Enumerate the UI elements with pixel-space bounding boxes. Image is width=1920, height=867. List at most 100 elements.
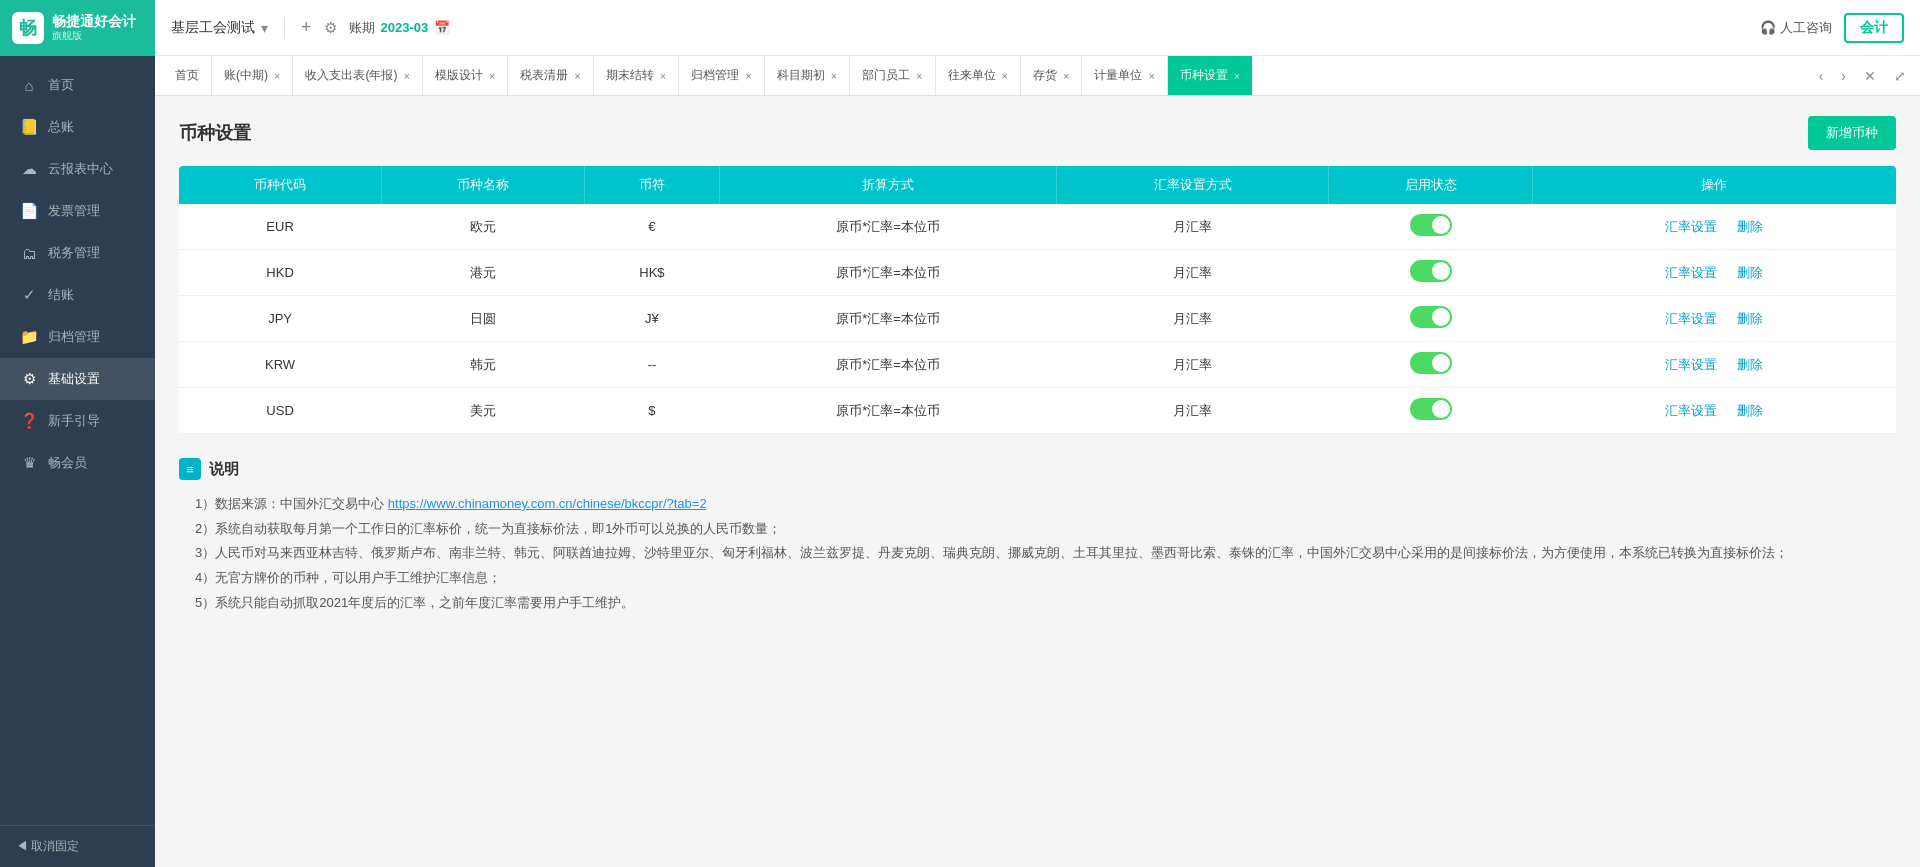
tab-计量单位[interactable]: 计量单位× (1082, 56, 1167, 96)
nav-icon-5: ✓ (20, 286, 38, 304)
sidebar-item-结账[interactable]: ✓结账 (0, 274, 155, 316)
notice-item-4: 5）系统只能自动抓取2021年度后的汇率，之前年度汇率需要用户手工维护。 (195, 591, 1896, 616)
tab-模版设计[interactable]: 模版设计× (423, 56, 508, 96)
delete-link-1[interactable]: 删除 (1737, 265, 1763, 280)
tab-label-8: 部门员工 (862, 67, 910, 84)
sidebar-item-首页[interactable]: ⌂首页 (0, 64, 155, 106)
tab-往来单位[interactable]: 往来单位 × (936, 56, 1021, 96)
notice-section: ≡ 说明 1）数据来源：中国外汇交易中心 https://www.chinamo… (179, 458, 1896, 615)
tab-label-9: 往来单位 (948, 67, 996, 84)
delete-link-3[interactable]: 删除 (1737, 357, 1763, 372)
new-currency-button[interactable]: 新增币种 (1808, 116, 1896, 150)
table-body: EUR 欧元 € 原币*汇率=本位币 月汇率 汇率设置 删除 HKD 港元 HK… (179, 204, 1896, 434)
table-row: KRW 韩元 -- 原币*汇率=本位币 月汇率 汇率设置 删除 (179, 342, 1896, 388)
tab-close-9[interactable]: × (1002, 70, 1008, 82)
col-code: 币种代码 (179, 166, 381, 204)
col-name: 币种名称 (381, 166, 584, 204)
table-row: USD 美元 $ 原币*汇率=本位币 月汇率 汇率设置 删除 (179, 388, 1896, 434)
calendar-icon[interactable]: 📅 (434, 20, 450, 35)
cell-actions-2: 汇率设置 删除 (1532, 296, 1896, 342)
toggle-enabled-4[interactable] (1410, 398, 1452, 420)
cell-actions-0: 汇率设置 删除 (1532, 204, 1896, 250)
cell-code-0: EUR (179, 204, 381, 250)
notice-item-0: 1）数据来源：中国外汇交易中心 https://www.chinamoney.c… (195, 492, 1896, 517)
notice-link[interactable]: https://www.chinamoney.com.cn/chinese/bk… (388, 496, 707, 511)
tab-close-2[interactable]: × (403, 70, 409, 82)
tabbar: 首页账(中期)×收入支出表(年报)×模版设计×税表清册×期末结转×归档管理×科目… (155, 56, 1920, 96)
sidebar-item-畅会员[interactable]: ♛畅会员 (0, 442, 155, 484)
cell-symbol-3: -- (585, 342, 720, 388)
nav-label-2: 云报表中心 (48, 160, 113, 178)
delete-link-0[interactable]: 删除 (1737, 219, 1763, 234)
rate-setting-link-4[interactable]: 汇率设置 (1665, 403, 1717, 418)
nav-icon-2: ☁ (20, 160, 38, 178)
cell-code-4: USD (179, 388, 381, 434)
tab-收入支出表(年报)[interactable]: 收入支出表(年报)× (293, 56, 422, 96)
tab-close-all-icon[interactable]: ✕ (1858, 66, 1882, 86)
nav-icon-6: 📁 (20, 328, 38, 346)
sidebar-nav: ⌂首页📒总账 ☁ 云报表中心 📄发票管理🗂税务管理✓结账📁归档管理 ⚙ 基础设置 ❓新手引导… (0, 56, 155, 825)
tab-next-icon[interactable]: › (1835, 66, 1852, 86)
toggle-knob-0 (1432, 216, 1450, 234)
company-selector[interactable]: 基层工会测试 ▾ (171, 19, 268, 37)
sidebar-item-发票管理[interactable]: 📄发票管理 (0, 190, 155, 232)
consulting-label: 人工咨询 (1780, 19, 1832, 37)
tab-label-4: 税表清册 (520, 67, 568, 84)
tab-期末结转[interactable]: 期末结转× (594, 56, 679, 96)
tab-账(中期)[interactable]: 账(中期)× (212, 56, 293, 96)
delete-link-2[interactable]: 删除 (1737, 311, 1763, 326)
tab-归档管理[interactable]: 归档管理× (679, 56, 764, 96)
cell-code-1: HKD (179, 250, 381, 296)
cell-calc-2: 原币*汇率=本位币 (719, 296, 1056, 342)
tab-close-12[interactable]: × (1234, 70, 1240, 82)
tab-close-8[interactable]: × (916, 70, 922, 82)
tab-首页[interactable]: 首页 (163, 56, 212, 96)
rate-setting-link-1[interactable]: 汇率设置 (1665, 265, 1717, 280)
tab-close-1[interactable]: × (274, 70, 280, 82)
tab-close-11[interactable]: × (1148, 70, 1154, 82)
toggle-enabled-3[interactable] (1410, 352, 1452, 374)
tab-close-6[interactable]: × (745, 70, 751, 82)
sidebar-item-总账[interactable]: 📒总账 (0, 106, 155, 148)
tab-存货[interactable]: 存货× (1021, 56, 1082, 96)
tab-币种设置[interactable]: 币种设置× (1168, 56, 1253, 96)
sidebar-item-基础设置[interactable]: ⚙ 基础设置 (0, 358, 155, 400)
tab-expand-icon[interactable]: ⤢ (1888, 66, 1912, 86)
tab-税表清册[interactable]: 税表清册 × (508, 56, 593, 96)
toggle-enabled-1[interactable] (1410, 260, 1452, 282)
sidebar-item-新手引导[interactable]: ❓新手引导 (0, 400, 155, 442)
add-icon[interactable]: + (301, 17, 312, 38)
sidebar-footer[interactable]: ◀ 取消固定 (0, 825, 155, 867)
tab-部门员工[interactable]: 部门员工 × (850, 56, 935, 96)
tab-close-3[interactable]: × (489, 70, 495, 82)
rate-setting-link-2[interactable]: 汇率设置 (1665, 311, 1717, 326)
rate-setting-link-3[interactable]: 汇率设置 (1665, 357, 1717, 372)
tab-close-10[interactable]: × (1063, 70, 1069, 82)
content-area: 币种设置 新增币种 币种代码 币种名称 币符 折算方式 汇率设置方式 启用状态 … (155, 96, 1920, 867)
toggle-enabled-2[interactable] (1410, 306, 1452, 328)
period-value: 2023-03 (381, 20, 429, 35)
sidebar-item-云报表中心[interactable]: ☁ 云报表中心 (0, 148, 155, 190)
notice-item-1: 2）系统自动获取每月第一个工作日的汇率标价，统一为直接标价法，即1外币可以兑换的… (195, 517, 1896, 542)
cell-status-0 (1329, 204, 1532, 250)
consulting-button[interactable]: 🎧 人工咨询 (1760, 19, 1832, 37)
cell-actions-3: 汇率设置 删除 (1532, 342, 1896, 388)
rate-setting-link-0[interactable]: 汇率设置 (1665, 219, 1717, 234)
tab-close-4[interactable]: × (574, 70, 580, 82)
sidebar-item-税务管理[interactable]: 🗂税务管理 (0, 232, 155, 274)
nav-label-7: 基础设置 (48, 370, 100, 388)
tab-科目期初[interactable]: 科目期初× (765, 56, 850, 96)
delete-link-4[interactable]: 删除 (1737, 403, 1763, 418)
account-button[interactable]: 会计 (1844, 13, 1904, 43)
sidebar-item-归档管理[interactable]: 📁归档管理 (0, 316, 155, 358)
app-edition: 旗舰版 (52, 29, 136, 43)
cell-name-2: 日圆 (381, 296, 584, 342)
toggle-enabled-0[interactable] (1410, 214, 1452, 236)
table-row: EUR 欧元 € 原币*汇率=本位币 月汇率 汇率设置 删除 (179, 204, 1896, 250)
tab-close-5[interactable]: × (660, 70, 666, 82)
tab-close-7[interactable]: × (831, 70, 837, 82)
settings-icon[interactable]: ⚙ (324, 19, 337, 37)
cell-calc-4: 原币*汇率=本位币 (719, 388, 1056, 434)
tab-prev-icon[interactable]: ‹ (1813, 66, 1830, 86)
nav-icon-7: ⚙ (20, 370, 38, 388)
